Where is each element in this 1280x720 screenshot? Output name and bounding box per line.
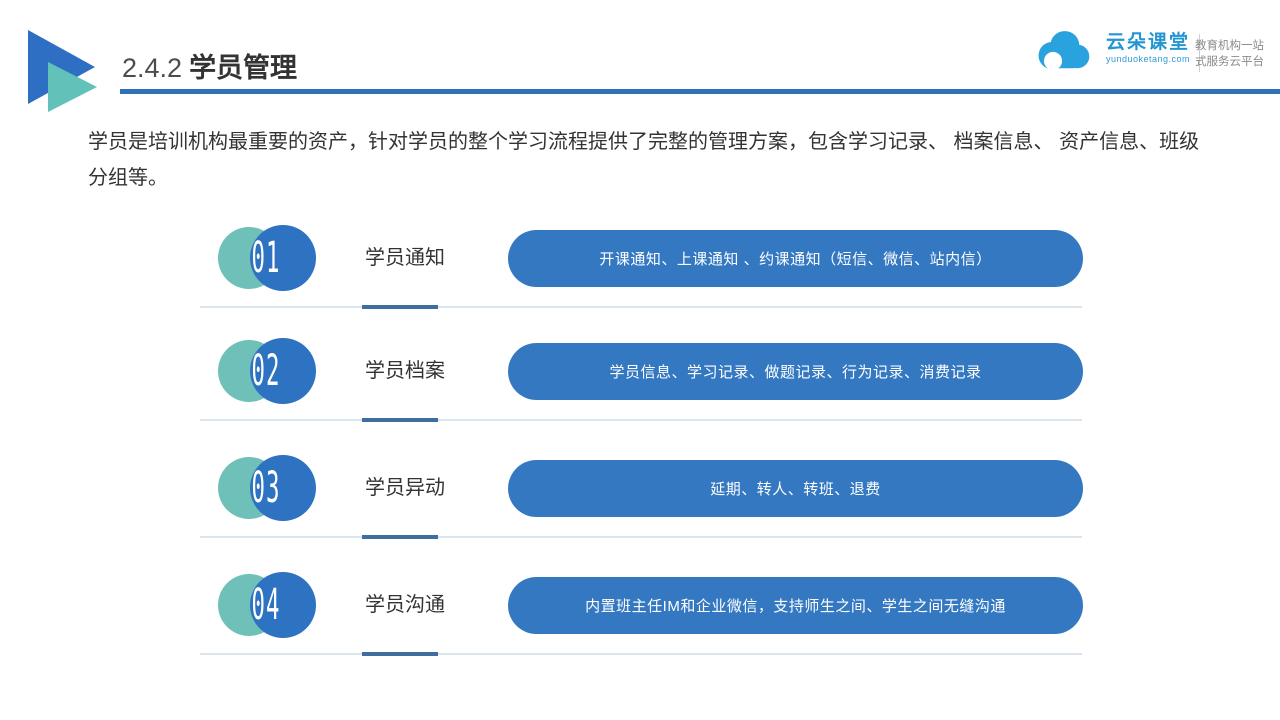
feature-description-pill: 开课通知、上课通知 、约课通知（短信、微信、站内信） xyxy=(508,230,1083,287)
triangle-icon xyxy=(48,62,97,112)
slide: 2.4.2学员管理 云朵课堂 yunduoketang.com 教育机构一站 式… xyxy=(0,0,1280,720)
row-divider-accent xyxy=(362,305,438,309)
title-underline xyxy=(120,89,1280,94)
brand-domain: yunduoketang.com xyxy=(1106,54,1190,65)
feature-row-profiles: 02 学员档案 学员信息、学习记录、做题记录、行为记录、消费记录 xyxy=(0,335,1280,425)
row-divider xyxy=(200,653,1082,655)
row-divider xyxy=(200,536,1082,538)
feature-label: 学员通知 xyxy=(330,222,480,294)
row-divider-accent xyxy=(362,535,438,539)
step-number-badge: 04 xyxy=(218,572,318,638)
intro-paragraph: 学员是培训机构最重要的资产，针对学员的整个学习流程提供了完整的管理方案，包含学习… xyxy=(88,124,1218,196)
feature-row-notifications: 01 学员通知 开课通知、上课通知 、约课通知（短信、微信、站内信） xyxy=(0,222,1280,312)
feature-row-changes: 03 学员异动 延期、转人、转班、退费 xyxy=(0,452,1280,542)
feature-row-communication: 04 学员沟通 内置班主任IM和企业微信，支持师生之间、学生之间无缝沟通 xyxy=(0,569,1280,659)
step-number: 01 xyxy=(241,225,291,291)
step-number-badge: 03 xyxy=(218,455,318,521)
feature-description-pill: 延期、转人、转班、退费 xyxy=(508,460,1083,517)
feature-label: 学员沟通 xyxy=(330,569,480,641)
step-number-badge: 01 xyxy=(218,225,318,291)
step-number: 03 xyxy=(241,455,291,521)
brand-name: 云朵课堂 xyxy=(1106,32,1190,54)
section-number: 2.4.2 xyxy=(122,53,182,83)
brand-tagline-line1: 教育机构一站 xyxy=(1195,38,1264,54)
step-number: 02 xyxy=(241,338,291,404)
cloud-icon xyxy=(1034,28,1092,79)
row-divider xyxy=(200,306,1082,308)
row-divider xyxy=(200,419,1082,421)
section-title: 学员管理 xyxy=(189,53,297,83)
step-number: 04 xyxy=(241,572,291,638)
feature-description-pill: 学员信息、学习记录、做题记录、行为记录、消费记录 xyxy=(508,343,1083,400)
brand-tagline: 教育机构一站 式服务云平台 xyxy=(1195,38,1264,70)
feature-label: 学员档案 xyxy=(330,335,480,407)
feature-label: 学员异动 xyxy=(330,452,480,524)
brand-tagline-line2: 式服务云平台 xyxy=(1195,54,1264,70)
brand-text: 云朵课堂 yunduoketang.com xyxy=(1106,32,1190,65)
row-divider-accent xyxy=(362,652,438,656)
row-divider-accent xyxy=(362,418,438,422)
step-number-badge: 02 xyxy=(218,338,318,404)
feature-description-pill: 内置班主任IM和企业微信，支持师生之间、学生之间无缝沟通 xyxy=(508,577,1083,634)
page-title: 2.4.2学员管理 xyxy=(122,52,297,84)
